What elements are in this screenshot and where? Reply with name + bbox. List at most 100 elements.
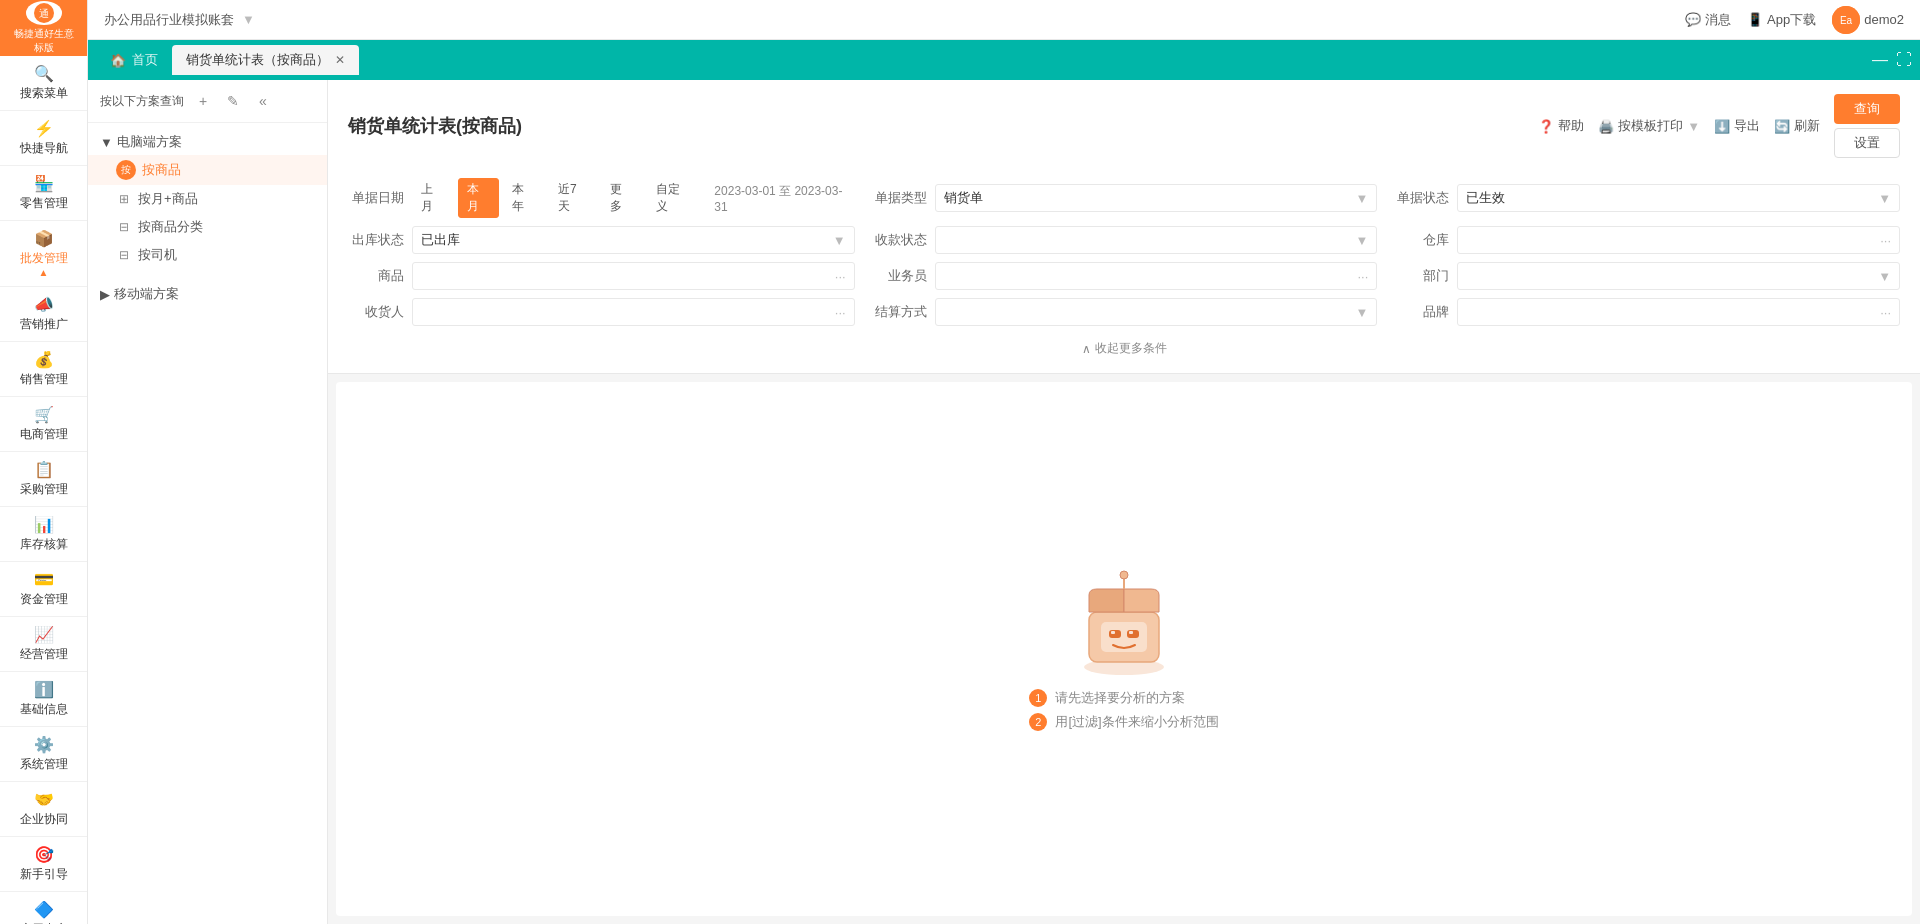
- date-tab-this-month[interactable]: 本月: [458, 178, 500, 218]
- user-menu[interactable]: Ea demo2: [1832, 6, 1904, 34]
- sidebar-item-operation[interactable]: 📈 经营管理: [0, 617, 87, 672]
- print-template-btn[interactable]: 🖨️ 按模板打印 ▼: [1598, 117, 1700, 135]
- scheme-group-expand-icon: ▼: [100, 135, 113, 150]
- svg-text:Ea: Ea: [1840, 15, 1853, 26]
- payment-select[interactable]: ▼: [935, 226, 1378, 254]
- print-icon: 🖨️: [1598, 119, 1614, 134]
- enterprise-icon: 🤝: [34, 790, 54, 809]
- sidebar-item-enterprise[interactable]: 🤝 企业协同: [0, 782, 87, 837]
- scheme-sub-icon-3: ⊟: [116, 247, 132, 263]
- payment-method-select[interactable]: ▼: [935, 298, 1378, 326]
- receiver-input[interactable]: ···: [412, 298, 855, 326]
- sidebar-item-system[interactable]: ⚙️ 系统管理: [0, 727, 87, 782]
- type-value: 销货单: [944, 189, 983, 207]
- step-num-2: 2: [1029, 713, 1047, 731]
- staff-input[interactable]: ···: [935, 262, 1378, 290]
- sidebar: 通 畅捷通好生意 标版 🔍 搜索菜单 ⚡ 快捷导航 🏪 零售管理 📦 批发管理 …: [0, 0, 88, 924]
- sidebar-item-quick-nav[interactable]: ⚡ 快捷导航: [0, 111, 87, 166]
- minimize-icon[interactable]: —: [1872, 51, 1888, 69]
- scheme-sub-icon-2: ⊟: [116, 219, 132, 235]
- scheme-item-by-printer[interactable]: ⊟ 按司机: [88, 241, 327, 269]
- scheme-item-by-printer-label: 按司机: [138, 246, 177, 264]
- sidebar-item-basic[interactable]: ℹ️ 基础信息: [0, 672, 87, 727]
- sidebar-item-retail[interactable]: 🏪 零售管理: [0, 166, 87, 221]
- date-tab-last-month[interactable]: 上月: [412, 178, 454, 218]
- scheme-item-by-month-product[interactable]: ⊞ 按月+商品: [88, 185, 327, 213]
- workspace-selector[interactable]: 办公用品行业模拟账套 ▼: [104, 11, 255, 29]
- scheme-group-pc-title[interactable]: ▼ 电脑端方案: [88, 129, 327, 155]
- scheme-group-mobile-title[interactable]: ▶ 移动端方案: [88, 281, 327, 307]
- date-tab-this-year[interactable]: 本年: [503, 178, 545, 218]
- dept-filter: ▼: [1457, 262, 1900, 290]
- staff-label: 业务员: [863, 267, 927, 285]
- app-logo: 通 畅捷通好生意 标版: [0, 0, 88, 56]
- step-1: 1 请先选择要分析的方案: [1029, 689, 1218, 707]
- filter-row-2: 出库状态 已出库 ▼ 收款状态 ▼ 仓库: [348, 226, 1900, 254]
- scheme-item-by-month-product-label: 按月+商品: [138, 190, 198, 208]
- product-input[interactable]: ···: [412, 262, 855, 290]
- sidebar-item-ecommerce[interactable]: 🛒 电商管理: [0, 397, 87, 452]
- date-tab-more[interactable]: 更多: [601, 178, 643, 218]
- tab-stats[interactable]: 销货单统计表（按商品） ✕: [172, 45, 359, 75]
- filter-row-1: 单据日期 上月 本月 本年 近7天 更多 自定义 2023-03-01 至 20…: [348, 178, 1900, 218]
- scheme-item-by-product-label: 按商品: [142, 161, 181, 179]
- tab-home[interactable]: 🏠 首页: [96, 45, 172, 75]
- step-num-1: 1: [1029, 689, 1047, 707]
- date-tab-7days[interactable]: 近7天: [549, 178, 597, 218]
- sidebar-item-wholesale[interactable]: 📦 批发管理 ▲: [0, 221, 87, 287]
- tab-close-icon[interactable]: ✕: [335, 53, 345, 67]
- outstock-select[interactable]: 已出库 ▼: [412, 226, 855, 254]
- date-tab-custom[interactable]: 自定义: [647, 178, 700, 218]
- help-btn[interactable]: ❓ 帮助: [1538, 117, 1584, 135]
- sidebar-item-app-center[interactable]: 🔷 应用中心: [0, 892, 87, 924]
- collapse-panel-btn[interactable]: «: [252, 90, 274, 112]
- help-icon: ❓: [1538, 119, 1554, 134]
- scheme-item-by-product[interactable]: 按 按商品: [88, 155, 327, 185]
- sidebar-item-finance[interactable]: 💳 资金管理: [0, 562, 87, 617]
- query-button[interactable]: 查询: [1834, 94, 1900, 124]
- scheme-item-by-category[interactable]: ⊟ 按商品分类: [88, 213, 327, 241]
- status-value: 已生效: [1466, 189, 1505, 207]
- maximize-icon[interactable]: ⛶: [1896, 51, 1912, 69]
- collapse-filter-btn[interactable]: ∧ 收起更多条件: [348, 334, 1900, 363]
- sidebar-item-purchase[interactable]: 📋 采购管理: [0, 452, 87, 507]
- app-center-icon: 🔷: [34, 900, 54, 919]
- brand-input[interactable]: ···: [1457, 298, 1900, 326]
- basic-icon: ℹ️: [34, 680, 54, 699]
- sidebar-item-inventory[interactable]: 📊 库存核算: [0, 507, 87, 562]
- message-btn[interactable]: 💬 消息: [1685, 11, 1731, 29]
- scheme-group-pc: ▼ 电脑端方案 按 按商品 ⊞ 按月+商品 ⊟ 按商品分类 ⊟ 按司机: [88, 123, 327, 275]
- status-select[interactable]: 已生效 ▼: [1457, 184, 1900, 212]
- filter-row-4: 收货人 ··· 结算方式 ▼ 品牌: [348, 298, 1900, 326]
- export-btn[interactable]: ⬇️ 导出: [1714, 117, 1760, 135]
- workspace-dropdown-icon: ▼: [242, 12, 255, 27]
- sidebar-item-marketing[interactable]: 📣 营销推广: [0, 287, 87, 342]
- sidebar-item-sales[interactable]: 💰 销售管理: [0, 342, 87, 397]
- left-panel-header: 按以下方案查询 + ✎ «: [88, 80, 327, 123]
- svg-rect-8: [1127, 630, 1139, 638]
- quick-nav-icon: ⚡: [34, 119, 54, 138]
- settings-button[interactable]: 设置: [1834, 128, 1900, 158]
- app-download-btn[interactable]: 📱 App下载: [1747, 11, 1816, 29]
- scheme-group-mobile-label: 移动端方案: [114, 285, 179, 303]
- empty-illustration-svg: [1059, 567, 1189, 677]
- status-caret-icon: ▼: [1878, 191, 1891, 206]
- sidebar-item-guide[interactable]: 🎯 新手引导: [0, 837, 87, 892]
- sidebar-item-search-menu[interactable]: 🔍 搜索菜单: [0, 56, 87, 111]
- status-filter: 已生效 ▼: [1457, 184, 1900, 212]
- svg-rect-9: [1111, 631, 1115, 634]
- scheme-item-by-category-label: 按商品分类: [138, 218, 203, 236]
- sidebar-item-label: 销售管理: [20, 371, 68, 388]
- brand-dots-icon: ···: [1880, 305, 1891, 320]
- receiver-label: 收货人: [348, 303, 404, 321]
- dept-select[interactable]: ▼: [1457, 262, 1900, 290]
- export-icon: ⬇️: [1714, 119, 1730, 134]
- payment-method-filter: ▼: [935, 298, 1378, 326]
- warehouse-input[interactable]: ···: [1457, 226, 1900, 254]
- add-scheme-btn[interactable]: +: [192, 90, 214, 112]
- refresh-btn[interactable]: 🔄 刷新: [1774, 117, 1820, 135]
- type-select[interactable]: 销货单 ▼: [935, 184, 1378, 212]
- date-label: 单据日期: [348, 189, 404, 207]
- edit-scheme-btn[interactable]: ✎: [222, 90, 244, 112]
- wholesale-icon: 📦: [34, 229, 54, 248]
